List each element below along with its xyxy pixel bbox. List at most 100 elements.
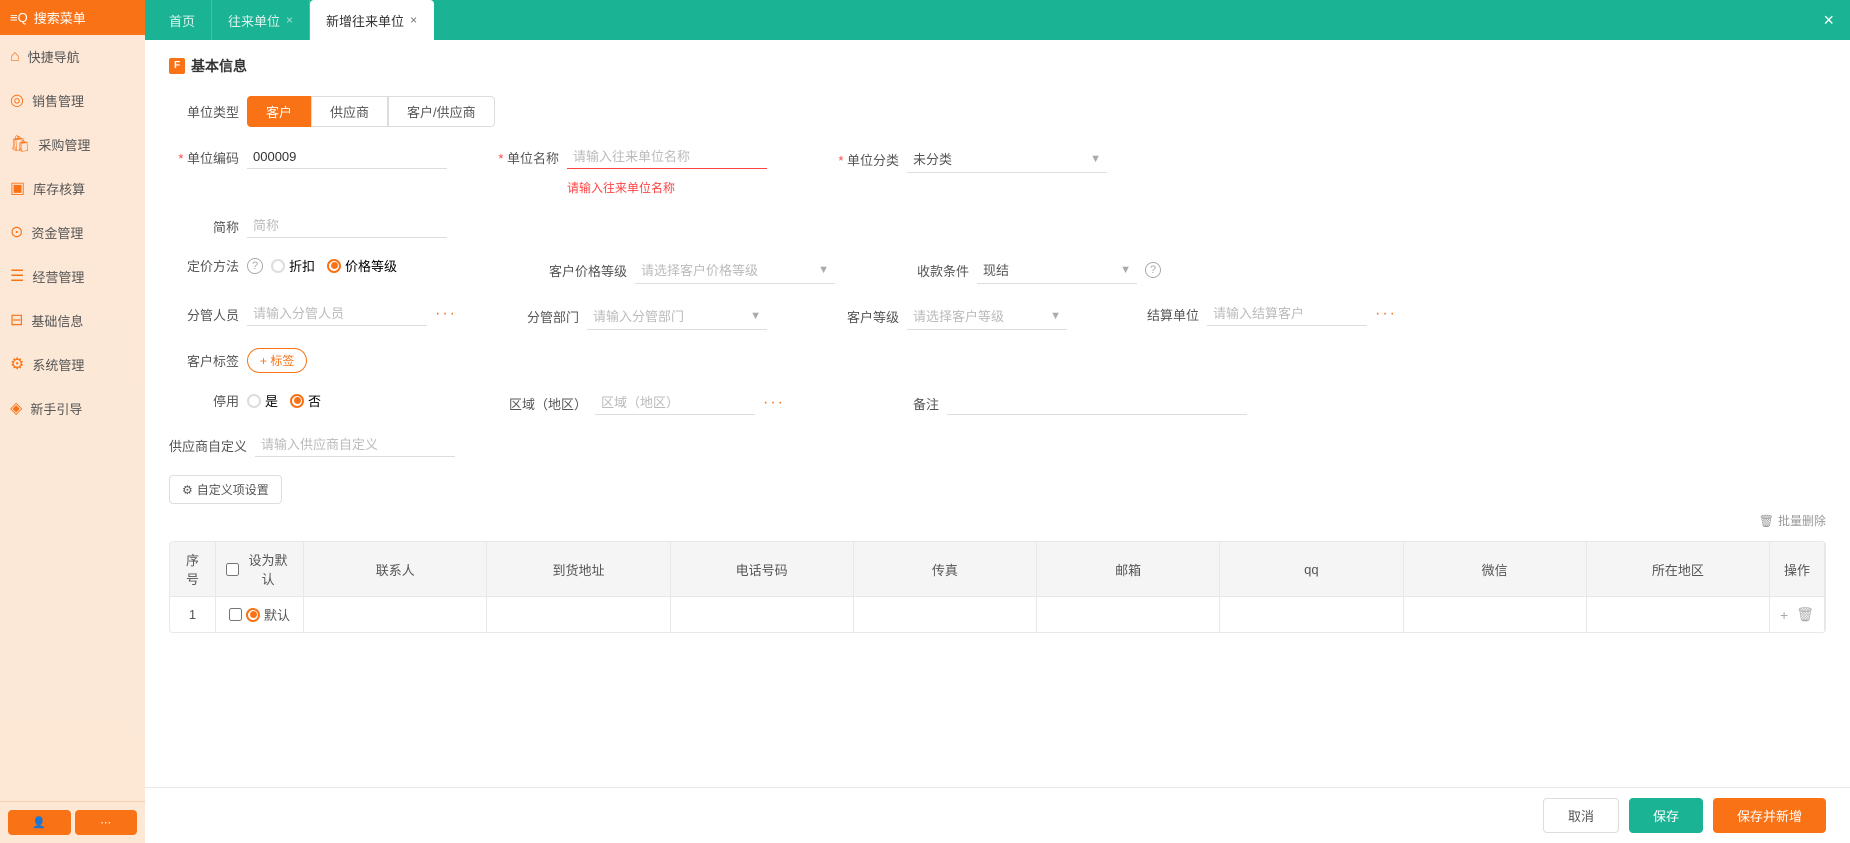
- cell-qq[interactable]: [1220, 597, 1403, 633]
- tab-home[interactable]: 首页: [153, 0, 212, 40]
- sidebar-btn2[interactable]: ⋯: [75, 810, 138, 835]
- doc-icon: ☰: [10, 266, 24, 286]
- sidebar-item-sales[interactable]: ◎ 销售管理: [0, 78, 145, 122]
- pricing-label: 定价方法: [169, 256, 239, 275]
- add-row-button[interactable]: +: [1780, 607, 1788, 623]
- col-actions: 操作: [1770, 542, 1825, 597]
- cell-address[interactable]: [487, 597, 670, 633]
- customer-level-select[interactable]: 请选择客户等级 ▼: [907, 302, 1067, 330]
- abbr-label: 简称: [169, 217, 239, 236]
- cell-fax[interactable]: [853, 597, 1036, 633]
- type-btn-both[interactable]: 客户/供应商: [388, 96, 495, 127]
- unit-code-input[interactable]: [247, 145, 447, 169]
- sidebar-item-system[interactable]: ⚙ 系统管理: [0, 342, 145, 386]
- type-btn-supplier[interactable]: 供应商: [311, 96, 388, 127]
- sidebar-btn1[interactable]: 👤: [8, 810, 71, 835]
- payment-select[interactable]: 现结 ▼: [977, 256, 1137, 284]
- close-all-tabs[interactable]: ×: [1815, 10, 1842, 31]
- disable-radio-yes[interactable]: 是: [247, 391, 278, 410]
- manager-row: 分管人员 ··· 分管部门 请输入分管部门 ▼ 客户等级 请选择客户等级 ▼ 结…: [169, 302, 1826, 330]
- pricing-radio-level[interactable]: 价格等级: [327, 256, 397, 275]
- address-input[interactable]: [497, 607, 659, 622]
- cell-default: 默认: [215, 597, 303, 633]
- contact-input[interactable]: [314, 607, 476, 622]
- qq-input[interactable]: [1230, 607, 1392, 622]
- sidebar-item-purchase[interactable]: 🛍 采购管理: [0, 122, 145, 166]
- sidebar-item-quick-nav[interactable]: ⌂ 快捷导航: [0, 35, 145, 78]
- code-name-category-row: 单位编码 单位名称 请输入往来单位名称 单位分类 未分类 ▼: [169, 145, 1826, 196]
- unit-name-input[interactable]: [567, 145, 767, 169]
- row-checkbox[interactable]: [229, 608, 242, 621]
- pricing-radio-discount[interactable]: 折扣: [271, 256, 315, 275]
- remark-input[interactable]: [947, 391, 1247, 415]
- add-tag-button[interactable]: + 标签: [247, 348, 307, 373]
- tab-bar: 首页 往来单位 × 新增往来单位 × ×: [145, 0, 1850, 40]
- save-button[interactable]: 保存: [1629, 798, 1703, 833]
- customer-price-select[interactable]: 请选择客户价格等级 ▼: [635, 256, 835, 284]
- wechat-input[interactable]: [1414, 607, 1576, 622]
- abbr-input[interactable]: [247, 214, 447, 238]
- tab-new-partner-close[interactable]: ×: [410, 13, 417, 27]
- sidebar-item-operations[interactable]: ☰ 经营管理: [0, 254, 145, 298]
- supplier-custom-label: 供应商自定义: [169, 436, 247, 455]
- cell-phone[interactable]: [670, 597, 853, 633]
- search-icon: ≡Q: [10, 10, 28, 25]
- settle-unit-more-icon[interactable]: ···: [1375, 305, 1397, 323]
- tab-partners[interactable]: 往来单位 ×: [212, 0, 310, 40]
- phone-input[interactable]: [681, 607, 843, 622]
- search-menu[interactable]: ≡Q 搜索菜单: [0, 0, 145, 35]
- payment-help-icon[interactable]: ?: [1145, 262, 1161, 278]
- select-all-checkbox[interactable]: [226, 563, 239, 576]
- tag-group: 客户标签 + 标签: [169, 348, 1826, 373]
- cell-wechat[interactable]: [1403, 597, 1586, 633]
- payment-chevron-icon: ▼: [1120, 264, 1131, 276]
- customer-level-label: 客户等级: [829, 307, 899, 326]
- cell-email[interactable]: [1037, 597, 1220, 633]
- sidebar-item-finance[interactable]: ⊙ 资金管理: [0, 210, 145, 254]
- cell-contact[interactable]: [304, 597, 487, 633]
- folder-icon: ⊟: [10, 310, 23, 330]
- unit-type-row: 单位类型 客户 供应商 客户/供应商: [169, 96, 1826, 127]
- payment-group: 收款条件 现结 ▼ ?: [899, 256, 1826, 284]
- region-input[interactable]: [595, 391, 755, 415]
- col-default: 设为默认: [215, 542, 303, 597]
- pricing-help-icon[interactable]: ?: [247, 258, 263, 274]
- row-region-input[interactable]: [1597, 607, 1759, 622]
- sidebar-item-inventory[interactable]: ▣ 库存核算: [0, 166, 145, 210]
- row-default-radio[interactable]: 默认: [246, 605, 290, 624]
- disable-radio-no[interactable]: 否: [290, 391, 321, 410]
- abbr-row: 简称: [169, 214, 1826, 238]
- delete-row-button[interactable]: 🗑: [1796, 606, 1814, 623]
- sidebar: ≡Q 搜索菜单 ⌂ 快捷导航 ◎ 销售管理 🛍 采购管理 ▣ 库存核算 ⊙ 资金…: [0, 0, 145, 843]
- sidebar-item-guide[interactable]: ◈ 新手引导: [0, 386, 145, 430]
- tab-new-partner[interactable]: 新增往来单位 ×: [310, 0, 434, 40]
- table-row: 1 默认: [170, 597, 1825, 633]
- cancel-button[interactable]: 取消: [1543, 798, 1619, 833]
- region-more-icon[interactable]: ···: [763, 394, 785, 412]
- dept-select[interactable]: 请输入分管部门 ▼: [587, 302, 767, 330]
- box-icon: ▣: [10, 178, 25, 198]
- custom-settings-button[interactable]: ⚙ 自定义项设置: [169, 475, 282, 504]
- batch-delete-area[interactable]: 🗑 批量删除: [169, 512, 1826, 529]
- unit-category-select[interactable]: 未分类 ▼: [907, 145, 1107, 173]
- tag-label: 客户标签: [169, 351, 239, 370]
- customer-price-group: 客户价格等级 请选择客户价格等级 ▼: [549, 256, 899, 284]
- save-new-button[interactable]: 保存并新增: [1713, 798, 1826, 833]
- type-btn-customer[interactable]: 客户: [247, 96, 311, 127]
- col-phone: 电话号码: [670, 542, 853, 597]
- customer-price-chevron-icon: ▼: [818, 264, 829, 276]
- email-input[interactable]: [1047, 607, 1209, 622]
- tab-partners-close[interactable]: ×: [286, 13, 293, 27]
- sidebar-item-basic[interactable]: ⊟ 基础信息: [0, 298, 145, 342]
- cell-ops: + 🗑: [1770, 597, 1825, 633]
- unit-name-label: 单位名称: [489, 148, 559, 167]
- manager-group: 分管人员 ···: [169, 302, 509, 326]
- fax-input[interactable]: [864, 607, 1026, 622]
- settle-unit-input[interactable]: [1207, 302, 1367, 326]
- cell-region[interactable]: [1586, 597, 1769, 633]
- manager-input[interactable]: [247, 302, 427, 326]
- customer-price-label: 客户价格等级: [549, 261, 627, 280]
- manager-more-icon[interactable]: ···: [435, 305, 457, 323]
- disable-region-remark-row: 停用 是 否 区域（地区） ··· 备注: [169, 391, 1826, 415]
- supplier-custom-input[interactable]: [255, 433, 455, 457]
